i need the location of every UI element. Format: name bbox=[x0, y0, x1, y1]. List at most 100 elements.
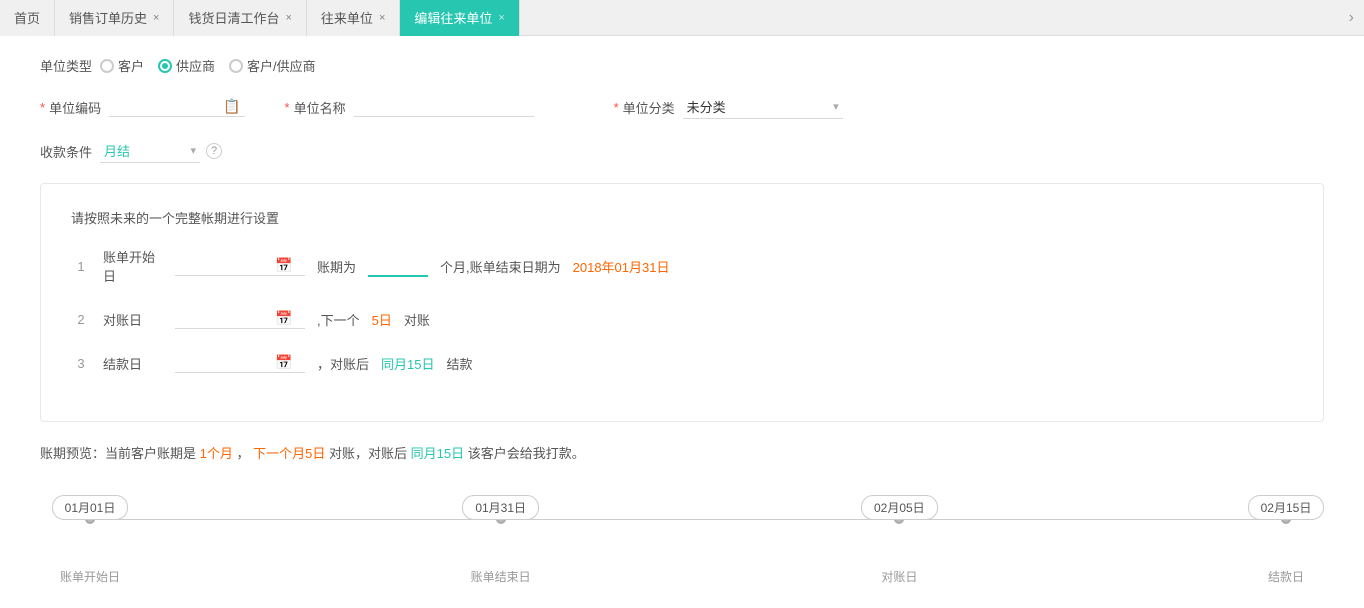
unit-code-field: * 单位编码 000001 📋 bbox=[40, 97, 245, 117]
tab-bar: 首页 销售订单历史 × 钱货日清工作台 × 往来单位 × 编辑往来单位 × › bbox=[0, 0, 1364, 36]
row-1-num: 1 bbox=[71, 259, 91, 274]
tab-more-button[interactable]: › bbox=[1339, 9, 1364, 27]
timeline-desc-1: 账单结束日 bbox=[471, 568, 531, 585]
tab-edit-partner-close[interactable]: × bbox=[498, 12, 504, 24]
row-1-calendar-icon[interactable]: 📅 bbox=[275, 257, 292, 274]
tab-home[interactable]: 首页 bbox=[0, 0, 55, 36]
unit-code-star: * bbox=[40, 100, 45, 115]
row-2-date-field: 2018-02-05 📅 bbox=[175, 309, 305, 329]
unit-name-input[interactable]: 河南供应商22 bbox=[354, 97, 534, 117]
row-3-desc-highlight: 同月15日 bbox=[381, 354, 434, 373]
preview-comma1: ， bbox=[237, 446, 250, 461]
setting-row-3: 3 结款日 2018-02-15 📅 ，对账后 同月15日 结款 bbox=[71, 353, 1293, 373]
preview-middle: 对账，对账后 bbox=[329, 446, 407, 461]
row-3-date-input[interactable]: 2018-02-15 bbox=[175, 353, 275, 372]
radio-supplier[interactable]: 供应商 bbox=[158, 56, 215, 75]
row-2-desc-suffix: 对账 bbox=[404, 310, 430, 329]
unit-info-row: * 单位编码 000001 📋 * 单位名称 河南供应商22 * 单位分类 未分… bbox=[40, 95, 1324, 119]
timeline-badge-0: 01月01日 bbox=[52, 495, 129, 520]
tab-cash-work-label: 钱货日清工作台 bbox=[188, 8, 279, 27]
card-instruction: 请按照未来的一个完整帐期进行设置 bbox=[71, 208, 1293, 227]
payment-condition-arrow-icon: ▾ bbox=[186, 144, 200, 157]
setting-row-1: 1 账单开始日 2018-01-01 📅 账期为 1 个月,账单结束日期为 20… bbox=[71, 247, 1293, 285]
timeline-badge-3: 02月15日 bbox=[1248, 495, 1325, 520]
tab-partner-close[interactable]: × bbox=[379, 12, 385, 24]
radio-customer-circle bbox=[100, 59, 114, 73]
row-3-num: 3 bbox=[71, 356, 91, 371]
payment-condition-label: 收款条件 bbox=[40, 142, 92, 161]
row-1-period-label: 账期为 bbox=[317, 257, 356, 276]
timeline-point-0: 01月01日 账单开始日 bbox=[60, 495, 120, 585]
row-2-calendar-icon[interactable]: 📅 bbox=[275, 310, 292, 327]
timeline-point-1: 01月31日 账单结束日 bbox=[471, 495, 531, 585]
row-3-calendar-icon[interactable]: 📅 bbox=[275, 354, 292, 371]
radio-customer-supplier[interactable]: 客户/供应商 bbox=[229, 56, 316, 75]
preview-part3: 同月15日 bbox=[411, 446, 464, 461]
tab-sales-history-close[interactable]: × bbox=[153, 12, 159, 24]
radio-customer-supplier-label: 客户/供应商 bbox=[247, 56, 316, 75]
unit-type-radio-group: 客户 供应商 客户/供应商 bbox=[100, 56, 316, 75]
payment-condition-help-icon[interactable]: ? bbox=[206, 143, 222, 159]
row-1-period-unit: 个月,账单结束日期为 bbox=[440, 257, 561, 276]
timeline-badge-1: 01月31日 bbox=[462, 495, 539, 520]
row-1-date-field: 2018-01-01 📅 bbox=[175, 256, 305, 276]
timeline-points: 01月01日 账单开始日 01月31日 账单结束日 02月05日 对账日 02月… bbox=[40, 495, 1324, 585]
radio-customer[interactable]: 客户 bbox=[100, 56, 144, 75]
payment-condition-value: 月结 bbox=[100, 139, 186, 162]
unit-category-arrow-icon: ▾ bbox=[829, 100, 843, 113]
unit-name-label: 单位名称 bbox=[294, 98, 346, 117]
setting-row-2: 2 对账日 2018-02-05 📅 ,下一个 5日 对账 bbox=[71, 309, 1293, 329]
timeline: 01月01日 账单开始日 01月31日 账单结束日 02月05日 对账日 02月… bbox=[40, 495, 1324, 585]
row-2-desc-prefix: ,下一个 bbox=[317, 310, 360, 329]
row-1-period-input[interactable]: 1 bbox=[368, 256, 428, 277]
radio-supplier-circle bbox=[158, 59, 172, 73]
row-3-desc-prefix: ，对账后 bbox=[317, 354, 369, 373]
preview-prefix: 账期预览：当前客户账期是 bbox=[40, 446, 196, 461]
tab-home-label: 首页 bbox=[14, 8, 40, 27]
preview-suffix: 该客户会给我打款。 bbox=[468, 446, 585, 461]
unit-type-label: 单位类型 bbox=[40, 56, 92, 75]
unit-type-field: 单位类型 客户 供应商 客户/供应商 bbox=[40, 56, 316, 75]
row-3-date-field: 2018-02-15 📅 bbox=[175, 353, 305, 373]
payment-condition-row: 收款条件 月结 ▾ ? bbox=[40, 139, 1324, 163]
unit-category-value: 未分类 bbox=[683, 95, 829, 118]
timeline-badge-2: 02月05日 bbox=[861, 495, 938, 520]
timeline-line bbox=[80, 519, 1284, 520]
row-1-period-end: 2018年01月31日 bbox=[573, 257, 670, 276]
radio-customer-label: 客户 bbox=[118, 56, 144, 75]
timeline-point-2: 02月05日 对账日 bbox=[881, 495, 917, 585]
tab-cash-work[interactable]: 钱货日清工作台 × bbox=[174, 0, 306, 36]
unit-category-label: 单位分类 bbox=[623, 98, 675, 117]
unit-category-star: * bbox=[614, 100, 619, 115]
payment-condition-select[interactable]: 月结 ▾ bbox=[100, 139, 200, 163]
unit-code-input[interactable]: 000001 bbox=[109, 97, 219, 116]
timeline-desc-3: 结款日 bbox=[1268, 568, 1304, 585]
row-3-desc-suffix: 结款 bbox=[446, 354, 472, 373]
unit-category-select[interactable]: 未分类 ▾ bbox=[683, 95, 843, 119]
preview-part1: 1个月 bbox=[200, 446, 233, 461]
row-1-date-input[interactable]: 2018-01-01 bbox=[175, 256, 275, 275]
payment-condition-field: 收款条件 月结 ▾ ? bbox=[40, 139, 222, 163]
tab-sales-history-label: 销售订单历史 bbox=[69, 8, 147, 27]
unit-name-star: * bbox=[285, 100, 290, 115]
radio-supplier-label: 供应商 bbox=[176, 56, 215, 75]
tab-cash-work-close[interactable]: × bbox=[285, 12, 291, 24]
tab-sales-history[interactable]: 销售订单历史 × bbox=[55, 0, 174, 36]
row-2-date-input[interactable]: 2018-02-05 bbox=[175, 309, 275, 328]
tab-partner[interactable]: 往来单位 × bbox=[307, 0, 400, 36]
settings-card: 请按照未来的一个完整帐期进行设置 1 账单开始日 2018-01-01 📅 账期… bbox=[40, 183, 1324, 422]
tab-edit-partner-label: 编辑往来单位 bbox=[414, 8, 492, 27]
main-content: 单位类型 客户 供应商 客户/供应商 * 单位编码 bbox=[0, 36, 1364, 608]
unit-type-row: 单位类型 客户 供应商 客户/供应商 bbox=[40, 56, 1324, 75]
radio-customer-supplier-circle bbox=[229, 59, 243, 73]
unit-code-label: 单位编码 bbox=[49, 98, 101, 117]
timeline-desc-2: 对账日 bbox=[881, 568, 917, 585]
timeline-desc-0: 账单开始日 bbox=[60, 568, 120, 585]
unit-category-field: * 单位分类 未分类 ▾ bbox=[614, 95, 843, 119]
row-2-num: 2 bbox=[71, 312, 91, 327]
row-2-label: 对账日 bbox=[103, 310, 163, 329]
tab-edit-partner[interactable]: 编辑往来单位 × bbox=[400, 0, 519, 36]
unit-code-doc-icon[interactable]: 📋 bbox=[219, 98, 244, 115]
unit-code-input-wrapper: 000001 📋 bbox=[109, 97, 244, 117]
unit-name-field: * 单位名称 河南供应商22 bbox=[285, 97, 534, 117]
